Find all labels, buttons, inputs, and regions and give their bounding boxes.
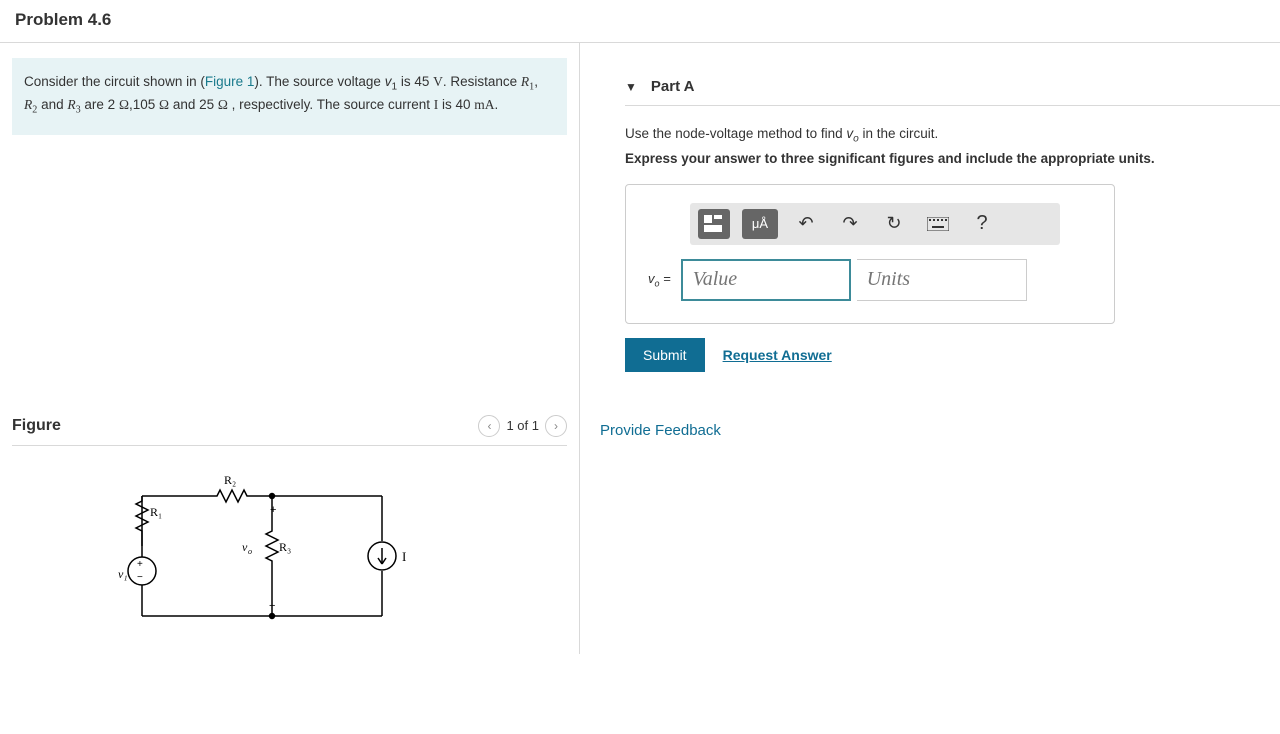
help-icon[interactable]: ?	[966, 209, 998, 239]
keyboard-icon[interactable]	[922, 209, 954, 239]
undo-icon[interactable]: ↶	[790, 209, 822, 239]
provide-feedback-link[interactable]: Provide Feedback	[600, 422, 1280, 439]
collapse-icon[interactable]: ▼	[625, 80, 637, 94]
figure-link[interactable]: Figure 1	[205, 74, 255, 89]
figure-prev-button[interactable]: ‹	[478, 415, 500, 437]
problem-title: Problem 4.6	[15, 10, 1265, 30]
label-v1: v₁	[118, 567, 128, 581]
instruction-line-2: Express your answer to three significant…	[625, 151, 1280, 166]
part-a-header[interactable]: ▼ Part A	[625, 78, 1280, 106]
svg-text:−: −	[137, 572, 143, 583]
label-I: I	[402, 549, 406, 564]
circuit-diagram: v₁ + − R₁ R₂ R₃ v o + − I	[112, 466, 567, 639]
units-input[interactable]	[857, 259, 1027, 301]
instruction-line-1: Use the node-voltage method to find vo i…	[625, 126, 1280, 145]
label-r1: R₁	[150, 505, 162, 519]
submit-button[interactable]: Submit	[625, 338, 705, 372]
svg-text:+: +	[270, 504, 276, 516]
figure-header: Figure ‹ 1 of 1 ›	[12, 415, 567, 446]
problem-statement: Consider the circuit shown in (Figure 1)…	[12, 58, 567, 135]
part-a-title: Part A	[651, 78, 695, 95]
answer-toolbar: μÅ ↶ ↷ ↻ ?	[690, 203, 1060, 245]
submit-row: Submit Request Answer	[625, 338, 1280, 372]
value-input[interactable]	[681, 259, 851, 301]
figure-title: Figure	[12, 417, 61, 435]
label-r3: R₃	[279, 540, 291, 554]
figure-pager: ‹ 1 of 1 ›	[478, 415, 567, 437]
reset-icon[interactable]: ↻	[878, 209, 910, 239]
units-button[interactable]: μÅ	[742, 209, 778, 239]
redo-icon[interactable]: ↷	[834, 209, 866, 239]
request-answer-link[interactable]: Request Answer	[723, 347, 832, 363]
template-icon[interactable]	[698, 209, 730, 239]
problem-header: Problem 4.6	[0, 0, 1280, 43]
label-r2: R₂	[224, 473, 236, 487]
answer-box: μÅ ↶ ↷ ↻ ? vo =	[625, 184, 1115, 324]
figure-next-button[interactable]: ›	[545, 415, 567, 437]
svg-text:−: −	[269, 600, 275, 612]
svg-text:+: +	[137, 559, 143, 570]
answer-input-row: vo =	[640, 259, 1100, 301]
answer-label: vo =	[648, 271, 671, 289]
figure-page-indicator: 1 of 1	[506, 418, 539, 433]
svg-text:o: o	[248, 547, 252, 556]
